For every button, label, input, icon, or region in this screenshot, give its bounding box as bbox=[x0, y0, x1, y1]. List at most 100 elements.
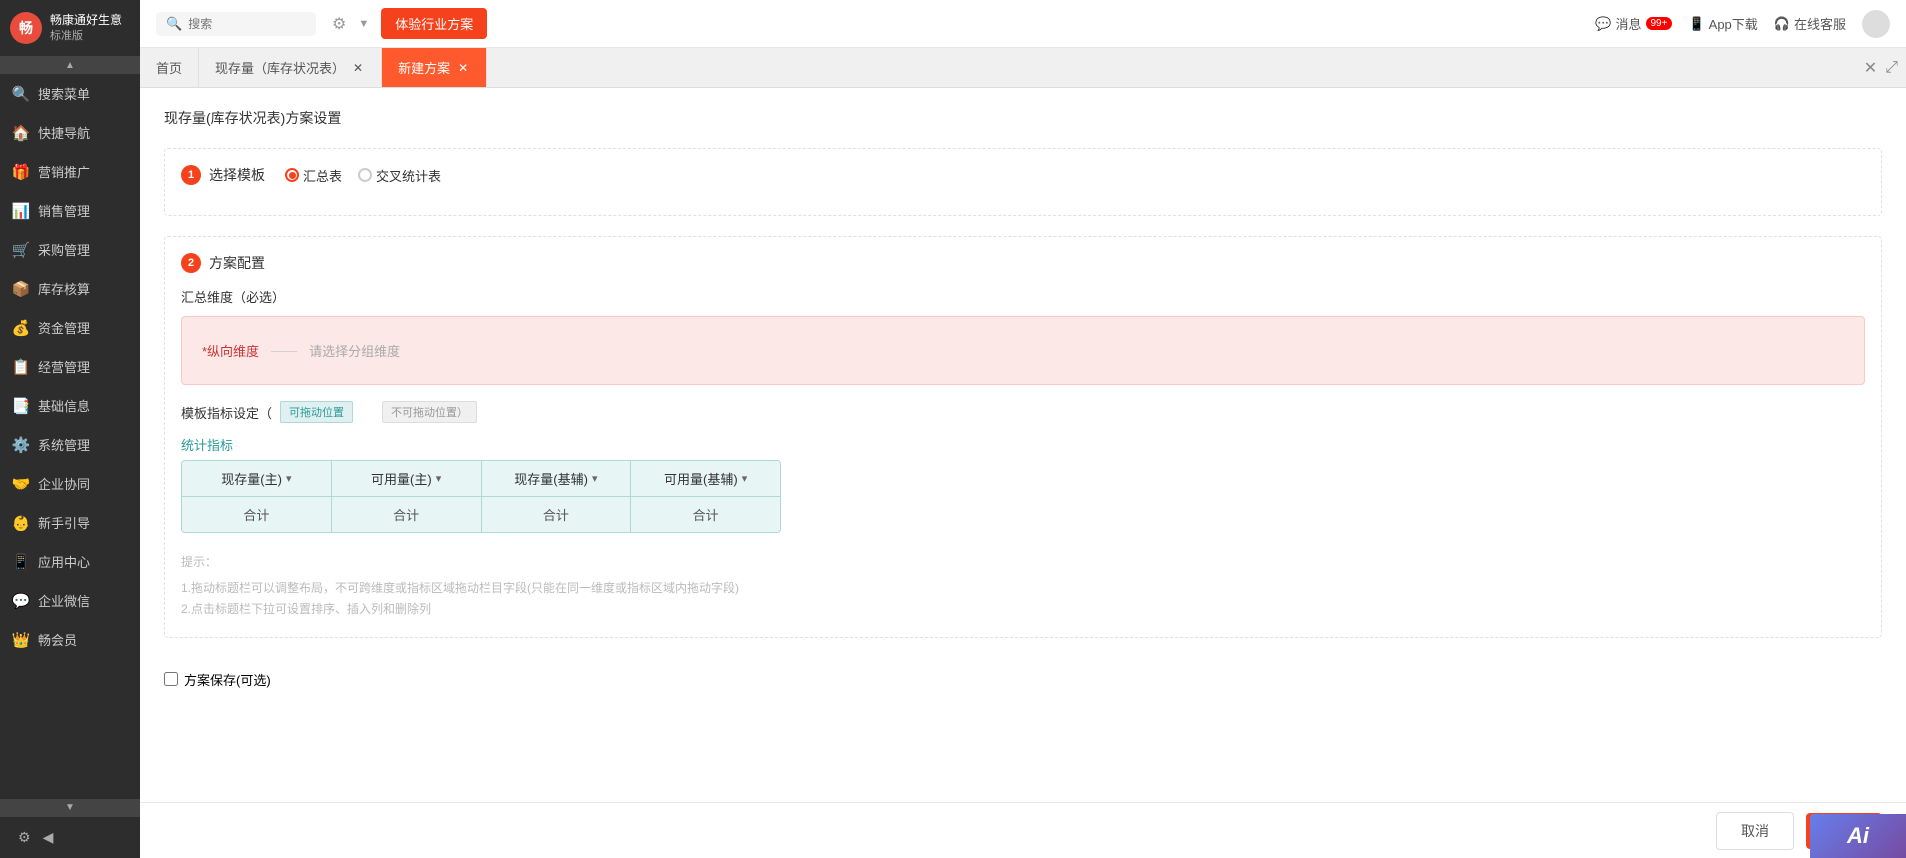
sidebar-item-label: 畅会员 bbox=[38, 630, 77, 649]
template-radio-group: 汇总表 交叉统计表 bbox=[285, 166, 441, 185]
step2-badge: 2 bbox=[181, 253, 201, 273]
customer-service-label: 在线客服 bbox=[1794, 14, 1846, 33]
indicator-col-2: 现存量(基辅) ▾ 合计 bbox=[482, 461, 632, 532]
sidebar-item-guide[interactable]: 👶 新手引导 bbox=[0, 503, 140, 542]
message-btn[interactable]: 💬 消息 99+ bbox=[1595, 14, 1672, 33]
message-icon: 💬 bbox=[1595, 16, 1611, 32]
gear-icon[interactable]: ⚙ bbox=[332, 14, 346, 34]
basic-info-icon: 📑 bbox=[12, 397, 30, 415]
tips-text-1: 2.点击标题栏下拉可设置排序、插入列和删除列 bbox=[181, 599, 431, 621]
sidebar-item-inventory[interactable]: 📦 库存核算 bbox=[0, 269, 140, 308]
ai-badge[interactable]: Ai bbox=[1810, 814, 1906, 858]
sidebar-title: 畅康通好生意 标准版 bbox=[50, 12, 122, 44]
indicator-settings-sep bbox=[361, 403, 374, 422]
page-title: 现存量(库存状况表)方案设置 bbox=[164, 108, 1882, 128]
chevron-down-icon-0[interactable]: ▾ bbox=[286, 472, 292, 485]
content-area: 现存量(库存状况表)方案设置 1 选择模板 汇总表 交叉统计表 bbox=[140, 88, 1906, 802]
industry-btn[interactable]: 体验行业方案 bbox=[381, 8, 487, 39]
non-draggable-tag: 不可拖动位置） bbox=[382, 401, 477, 423]
indicator-col-label-2: 现存量(基辅) bbox=[514, 469, 588, 488]
step1-badge: 1 bbox=[181, 165, 201, 185]
indicator-table-header: 现存量(主) ▾ 合计 可用量(主) ▾ 合计 bbox=[182, 461, 780, 532]
sidebar-bottom: ⚙ ◀ bbox=[0, 816, 140, 858]
sidebar-header: 畅 畅康通好生意 标准版 bbox=[0, 0, 140, 57]
content-inner: 现存量(库存状况表)方案设置 1 选择模板 汇总表 交叉统计表 bbox=[140, 88, 1906, 802]
app-download-label: App下载 bbox=[1709, 14, 1758, 33]
draggable-tag: 可拖动位置 bbox=[280, 401, 353, 423]
save-scheme-label: 方案保存(可选) bbox=[184, 670, 271, 689]
sidebar-item-purchase[interactable]: 🛒 采购管理 bbox=[0, 230, 140, 269]
customer-service-icon: 🎧 bbox=[1774, 16, 1790, 32]
sidebar-item-quick-nav[interactable]: 🏠 快捷导航 bbox=[0, 113, 140, 152]
dimension-placeholder: 请选择分组维度 bbox=[309, 341, 400, 360]
dropdown-icon[interactable]: ▼ bbox=[358, 18, 369, 30]
operations-icon: 📋 bbox=[12, 358, 30, 376]
tab-inventory-status-label: 现存量（库存状况表） bbox=[215, 58, 345, 77]
tab-inventory-status[interactable]: 现存量（库存状况表） ✕ bbox=[199, 48, 382, 87]
tips-title: 提示： bbox=[181, 552, 1865, 574]
radio-cross[interactable]: 交叉统计表 bbox=[358, 166, 441, 185]
stats-label: 统计指标 bbox=[181, 435, 1865, 454]
tab-home-label: 首页 bbox=[156, 58, 182, 77]
tab-home[interactable]: 首页 bbox=[140, 48, 199, 87]
collapse-sidebar-icon[interactable]: ◀ bbox=[37, 825, 60, 850]
indicator-col-header-2[interactable]: 现存量(基辅) ▾ bbox=[482, 461, 631, 497]
chevron-down-icon-3[interactable]: ▾ bbox=[742, 472, 748, 485]
sidebar-item-label: 库存核算 bbox=[38, 279, 90, 298]
expand-tab-btn[interactable]: ⤢ bbox=[1885, 59, 1898, 77]
topbar-search[interactable]: 🔍 bbox=[156, 12, 316, 36]
sidebar-item-enterprise[interactable]: 🤝 企业协同 bbox=[0, 464, 140, 503]
step2-header: 2 方案配置 bbox=[181, 253, 1865, 273]
sales-icon: 📊 bbox=[12, 202, 30, 220]
app-download-btn[interactable]: 📱 App下载 bbox=[1688, 14, 1757, 33]
indicator-col-header-0[interactable]: 现存量(主) ▾ bbox=[182, 461, 331, 497]
indicator-col-label-3: 可用量(基辅) bbox=[664, 469, 738, 488]
sidebar-item-operations[interactable]: 📋 经营管理 bbox=[0, 347, 140, 386]
sidebar-item-finance[interactable]: 💰 资金管理 bbox=[0, 308, 140, 347]
sidebar-item-sales[interactable]: 📊 销售管理 bbox=[0, 191, 140, 230]
step1-title: 选择模板 bbox=[209, 165, 265, 185]
close-tab-btn[interactable]: ✕ bbox=[1864, 58, 1877, 78]
indicator-col-3: 可用量(基辅) ▾ 合计 bbox=[631, 461, 780, 532]
user-avatar[interactable] bbox=[1862, 10, 1890, 38]
sidebar-item-wechat[interactable]: 💬 企业微信 bbox=[0, 581, 140, 620]
sidebar-item-search-menu[interactable]: 🔍 搜索菜单 bbox=[0, 74, 140, 113]
dimension-required-label: 汇总维度（必选） bbox=[181, 287, 1865, 306]
settings-bottom-icon[interactable]: ⚙ bbox=[12, 825, 37, 850]
save-scheme-checkbox[interactable] bbox=[164, 672, 178, 686]
sidebar-item-basic-info[interactable]: 📑 基础信息 bbox=[0, 386, 140, 425]
chevron-down-icon-2[interactable]: ▾ bbox=[592, 472, 598, 485]
tab-new-scheme[interactable]: 新建方案 ✕ bbox=[382, 48, 487, 87]
marketing-icon: 🎁 bbox=[12, 163, 30, 181]
purchase-icon: 🛒 bbox=[12, 241, 30, 259]
indicator-col-label-0: 现存量(主) bbox=[221, 469, 282, 488]
customer-service-btn[interactable]: 🎧 在线客服 bbox=[1774, 14, 1846, 33]
indicator-table: 现存量(主) ▾ 合计 可用量(主) ▾ 合计 bbox=[181, 460, 781, 533]
message-badge: 99+ bbox=[1646, 17, 1673, 30]
dimension-area[interactable]: *纵向维度 —— 请选择分组维度 bbox=[181, 316, 1865, 385]
sidebar-item-app-center[interactable]: 📱 应用中心 bbox=[0, 542, 140, 581]
sidebar-scroll-up[interactable]: ▲ bbox=[0, 57, 140, 74]
sidebar-item-label: 企业微信 bbox=[38, 591, 90, 610]
sidebar-item-marketing[interactable]: 🎁 营销推广 bbox=[0, 152, 140, 191]
chevron-down-icon-1[interactable]: ▾ bbox=[436, 472, 442, 485]
search-input[interactable] bbox=[188, 17, 268, 31]
radio-summary[interactable]: 汇总表 bbox=[285, 166, 342, 185]
indicator-col-header-3[interactable]: 可用量(基辅) ▾ bbox=[631, 461, 780, 497]
sidebar-item-system[interactable]: ⚙️ 系统管理 bbox=[0, 425, 140, 464]
close-inventory-status-tab[interactable]: ✕ bbox=[351, 61, 365, 75]
search-icon: 🔍 bbox=[166, 16, 182, 32]
sidebar-item-label: 系统管理 bbox=[38, 435, 90, 454]
message-label: 消息 bbox=[1615, 14, 1641, 33]
tabs-bar: 首页 现存量（库存状况表） ✕ 新建方案 ✕ ✕ ⤢ bbox=[140, 48, 1906, 88]
sidebar-item-member[interactable]: 👑 畅会员 bbox=[0, 620, 140, 659]
close-new-scheme-tab[interactable]: ✕ bbox=[456, 61, 470, 75]
sidebar-scroll-down[interactable]: ▼ bbox=[0, 799, 140, 816]
sidebar-item-label: 营销推广 bbox=[38, 162, 90, 181]
indicator-col-header-1[interactable]: 可用量(主) ▾ bbox=[332, 461, 481, 497]
sidebar-logo: 畅 bbox=[10, 12, 42, 44]
cancel-button[interactable]: 取消 bbox=[1716, 812, 1794, 850]
dimension-field-label: *纵向维度 bbox=[202, 341, 259, 360]
indicator-col-body-3: 合计 bbox=[631, 497, 780, 532]
member-icon: 👑 bbox=[12, 631, 30, 649]
